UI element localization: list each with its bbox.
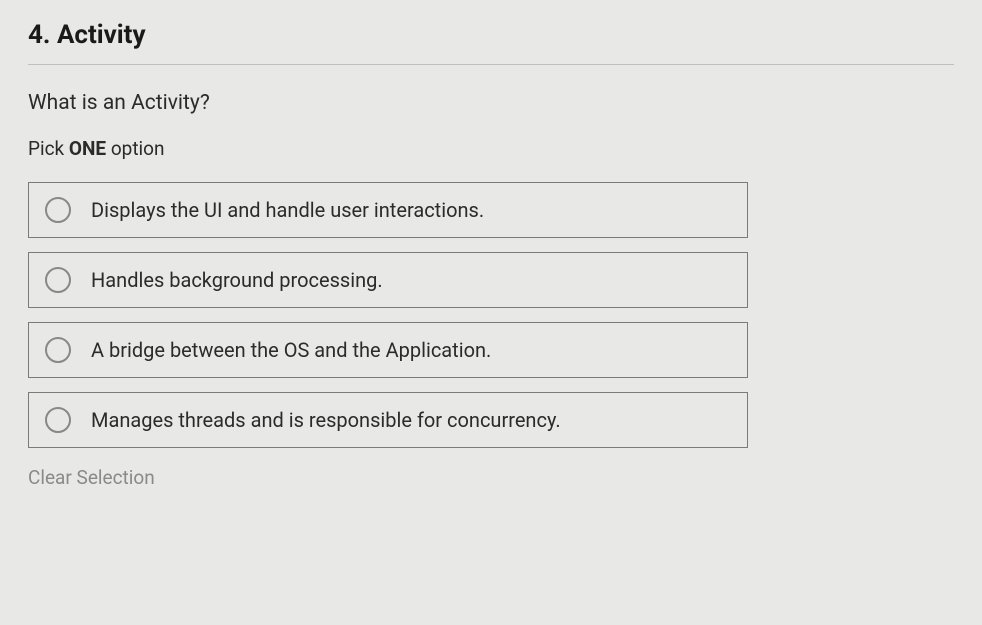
option-label: Handles background processing. — [91, 268, 383, 292]
radio-icon — [45, 337, 71, 363]
question-number: 4. — [28, 20, 50, 50]
instruction-text: Pick ONE option — [28, 137, 954, 160]
option-label: A bridge between the OS and the Applicat… — [91, 338, 491, 362]
option-label: Manages threads and is responsible for c… — [91, 408, 561, 432]
question-text: What is an Activity? — [28, 91, 954, 115]
clear-selection-button[interactable]: Clear Selection — [28, 466, 155, 489]
radio-icon — [45, 407, 71, 433]
options-list: Displays the UI and handle user interact… — [28, 182, 748, 448]
radio-icon — [45, 267, 71, 293]
instruction-suffix: option — [106, 137, 164, 160]
instruction-bold: ONE — [69, 137, 106, 160]
option-1[interactable]: Displays the UI and handle user interact… — [28, 182, 748, 238]
option-4[interactable]: Manages threads and is responsible for c… — [28, 392, 748, 448]
question-header: 4. Activity — [28, 20, 954, 65]
quiz-container: 4. Activity What is an Activity? Pick ON… — [0, 0, 982, 489]
radio-icon — [45, 197, 71, 223]
question-title: Activity — [57, 20, 146, 50]
option-label: Displays the UI and handle user interact… — [91, 198, 484, 222]
option-3[interactable]: A bridge between the OS and the Applicat… — [28, 322, 748, 378]
option-2[interactable]: Handles background processing. — [28, 252, 748, 308]
instruction-prefix: Pick — [28, 137, 69, 160]
